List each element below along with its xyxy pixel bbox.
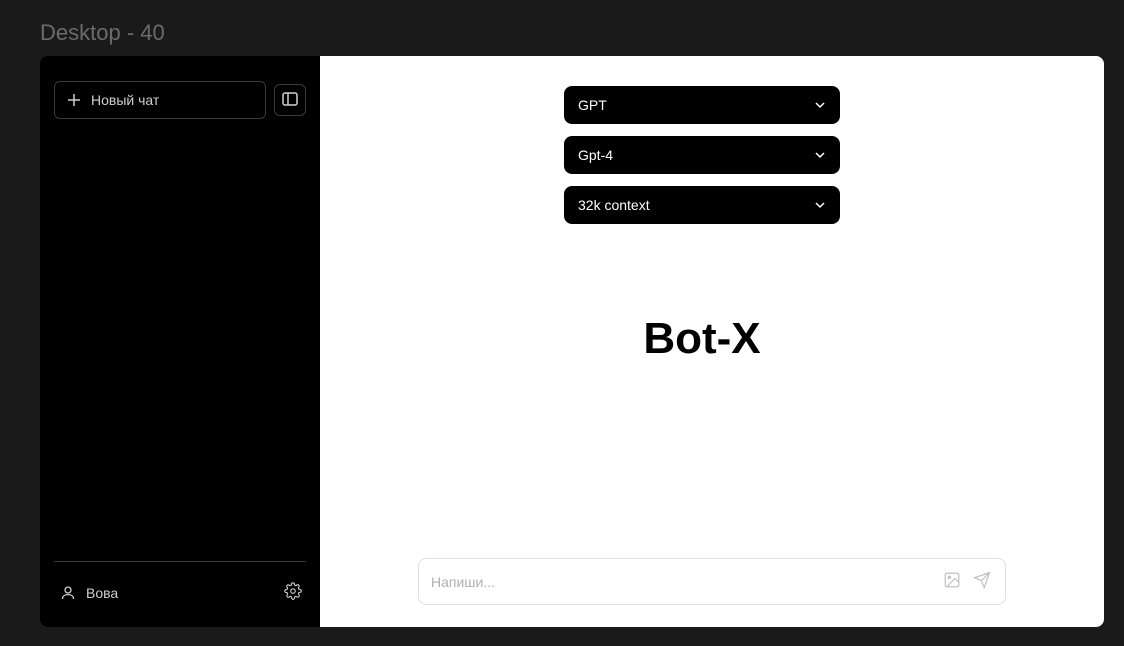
model-dropdown[interactable]: Gpt-4 — [564, 136, 840, 174]
message-input-bar — [418, 558, 1006, 605]
context-label: 32k context — [578, 197, 650, 213]
chevron-down-icon — [814, 99, 826, 111]
panel-toggle-button[interactable] — [274, 84, 306, 116]
image-icon — [943, 571, 961, 592]
model-label: Gpt-4 — [578, 147, 613, 163]
sidebar-top: Новый чат — [54, 81, 306, 119]
chevron-down-icon — [814, 149, 826, 161]
send-button[interactable] — [971, 569, 993, 594]
new-chat-button[interactable]: Новый чат — [54, 81, 266, 119]
gear-icon — [284, 582, 302, 603]
provider-label: GPT — [578, 97, 607, 113]
model-selectors: GPT Gpt-4 32k context — [564, 86, 840, 224]
message-input[interactable] — [431, 574, 933, 590]
page-title: Desktop - 40 — [0, 0, 1124, 56]
context-dropdown[interactable]: 32k context — [564, 186, 840, 224]
app-container: Новый чат Вова — [40, 56, 1104, 627]
sidebar-chat-list — [54, 119, 306, 561]
user-icon — [60, 585, 76, 601]
username-label: Вова — [86, 585, 118, 601]
user-info[interactable]: Вова — [54, 585, 118, 601]
brand-title: Bot-X — [643, 314, 760, 364]
panel-icon — [281, 90, 299, 111]
settings-button[interactable] — [280, 578, 306, 607]
provider-dropdown[interactable]: GPT — [564, 86, 840, 124]
new-chat-label: Новый чат — [91, 92, 159, 108]
sidebar-footer: Вова — [54, 561, 306, 607]
attach-image-button[interactable] — [941, 569, 963, 594]
plus-icon — [67, 93, 81, 107]
send-icon — [973, 571, 991, 592]
chevron-down-icon — [814, 199, 826, 211]
sidebar: Новый чат Вова — [40, 56, 320, 627]
main-area: GPT Gpt-4 32k context — [320, 56, 1104, 627]
